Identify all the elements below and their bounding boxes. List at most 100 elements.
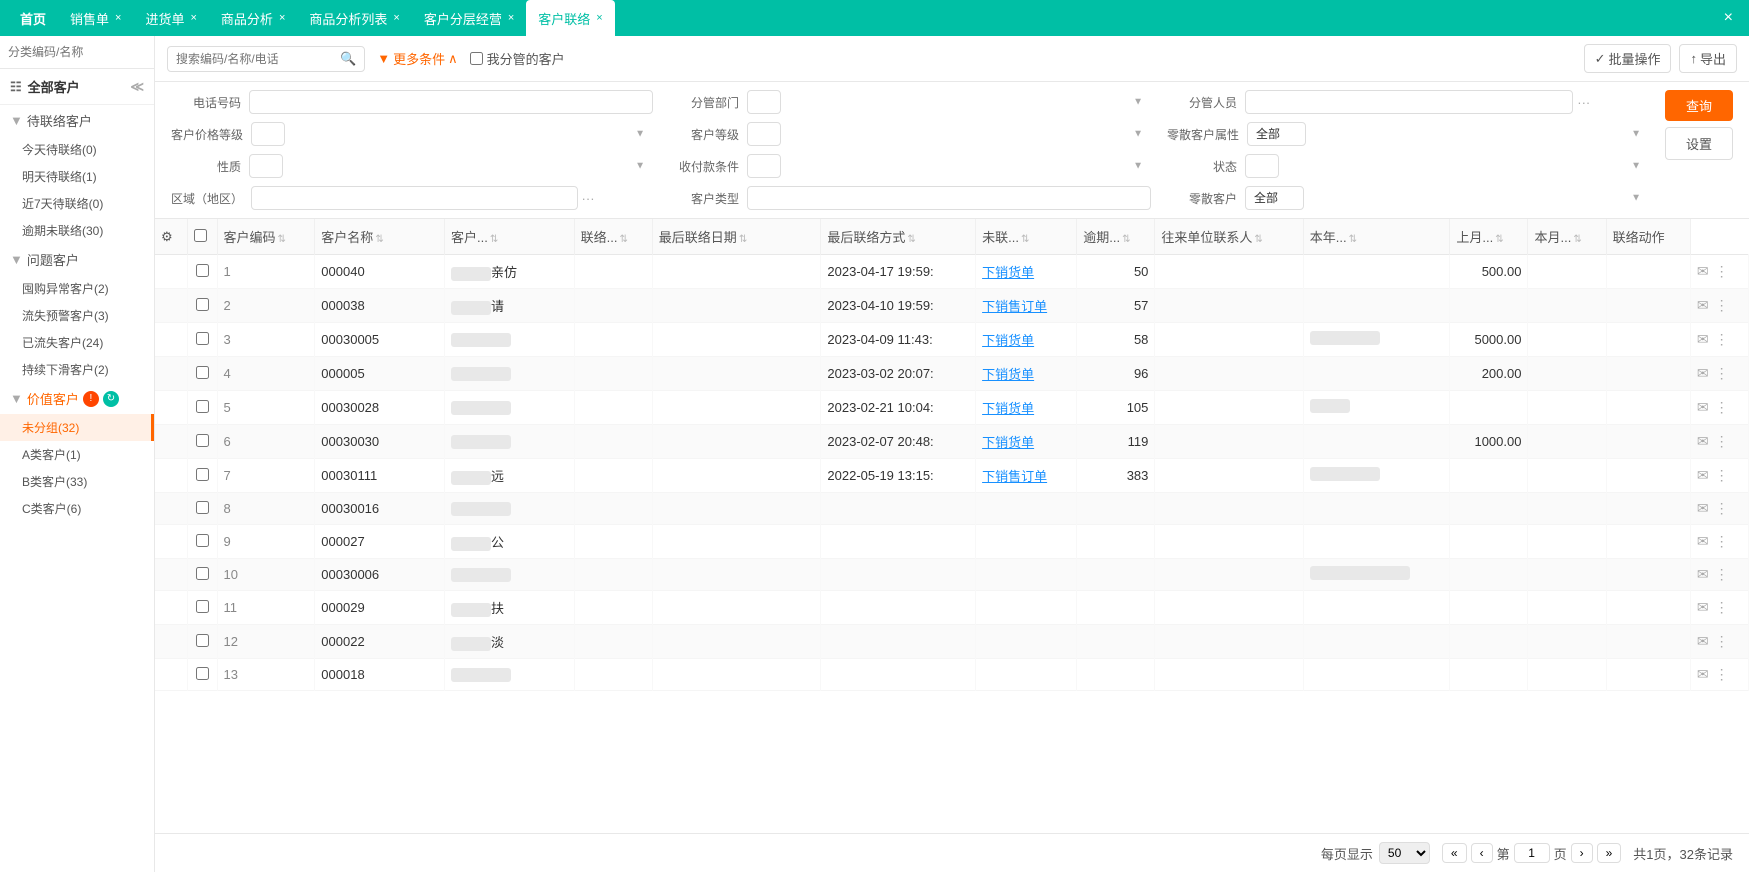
last-method-link[interactable]: 下销货单 — [982, 367, 1034, 382]
sidebar-item-churned[interactable]: 已流失客户(24) — [0, 329, 154, 356]
more-action-icon[interactable]: ⋮ — [1715, 533, 1729, 550]
sidebar-item-declining[interactable]: 持续下滑客户(2) — [0, 356, 154, 383]
row-checkbox[interactable] — [196, 298, 209, 311]
sidebar-all-customers[interactable]: ☷ 全部客户 ≪ — [0, 69, 154, 105]
sidebar-group-problem-title[interactable]: ▼ 问题客户 — [0, 244, 154, 275]
phone-action-icon[interactable]: ✉ — [1697, 467, 1709, 484]
more-action-icon[interactable]: ⋮ — [1715, 500, 1729, 517]
sidebar-item-ungrouped[interactable]: 未分组(32) — [0, 414, 154, 441]
sidebar-item-class-c[interactable]: C类客户(6) — [0, 495, 154, 522]
next-page-btn[interactable]: › — [1571, 843, 1593, 863]
phone-action-icon[interactable]: ✉ — [1697, 399, 1709, 416]
sort-contact2-icon[interactable]: ⇅ — [1254, 234, 1262, 245]
region-more-icon[interactable]: ··· — [578, 191, 599, 206]
row-checkbox[interactable] — [196, 332, 209, 345]
search-icon[interactable]: 🔍 — [340, 51, 356, 67]
nav-sales[interactable]: 销售单 × — [58, 0, 133, 36]
phone-action-icon[interactable]: ✉ — [1697, 331, 1709, 348]
last-page-btn[interactable]: » — [1597, 843, 1622, 863]
sort-name-icon[interactable]: ⇅ — [375, 234, 383, 245]
sort-type-icon[interactable]: ⇅ — [490, 234, 498, 245]
sort-this-month-icon[interactable]: ⇅ — [1573, 234, 1581, 245]
more-filters-btn[interactable]: ▼ 更多条件 ∧ — [377, 49, 457, 68]
col-settings[interactable]: ⚙ — [155, 219, 187, 255]
row-checkbox[interactable] — [196, 567, 209, 580]
more-action-icon[interactable]: ⋮ — [1715, 263, 1729, 280]
sidebar-item-churn-warning[interactable]: 流失预警客户(3) — [0, 302, 154, 329]
window-close-icon[interactable]: × — [1716, 9, 1741, 27]
close-sales-icon[interactable]: × — [115, 12, 121, 24]
more-action-icon[interactable]: ⋮ — [1715, 331, 1729, 348]
nav-purchase[interactable]: 进货单 × — [133, 0, 208, 36]
close-customer-contact-icon[interactable]: × — [596, 12, 602, 24]
sort-year-icon[interactable]: ⇅ — [1349, 234, 1357, 245]
sidebar-item-class-b[interactable]: B类客户(33) — [0, 468, 154, 495]
last-method-link[interactable]: 下销售订单 — [982, 299, 1047, 314]
sort-contact-icon[interactable]: ⇅ — [620, 234, 628, 245]
sidebar-item-today[interactable]: 今天待联络(0) — [0, 136, 154, 163]
retail-cust-select[interactable]: 全部 — [1245, 186, 1304, 210]
close-product-list-icon[interactable]: × — [393, 12, 399, 24]
row-checkbox[interactable] — [196, 400, 209, 413]
sidebar-item-7days[interactable]: 近7天待联络(0) — [0, 190, 154, 217]
status-select[interactable] — [1245, 154, 1279, 178]
phone-action-icon[interactable]: ✉ — [1697, 666, 1709, 683]
page-size-select[interactable]: 50 100 — [1379, 842, 1430, 864]
row-checkbox[interactable] — [196, 634, 209, 647]
phone-action-icon[interactable]: ✉ — [1697, 297, 1709, 314]
nav-customer-tier[interactable]: 客户分层经营 × — [412, 0, 526, 36]
more-action-icon[interactable]: ⋮ — [1715, 467, 1729, 484]
price-level-select[interactable] — [251, 122, 285, 146]
nav-home[interactable]: 首页 — [8, 0, 58, 36]
more-action-icon[interactable]: ⋮ — [1715, 297, 1729, 314]
more-action-icon[interactable]: ⋮ — [1715, 433, 1729, 450]
prev-page-btn[interactable]: ‹ — [1471, 843, 1493, 863]
nature-select[interactable] — [249, 154, 283, 178]
sidebar-group-pending-title[interactable]: ▼ 待联络客户 — [0, 105, 154, 136]
row-checkbox[interactable] — [196, 600, 209, 613]
row-checkbox[interactable] — [196, 468, 209, 481]
sort-uncontacted-icon[interactable]: ⇅ — [1021, 234, 1029, 245]
more-action-icon[interactable]: ⋮ — [1715, 666, 1729, 683]
nav-customer-contact[interactable]: 客户联络 × — [526, 0, 614, 36]
retail-attr-select[interactable]: 全部 — [1247, 122, 1306, 146]
more-action-icon[interactable]: ⋮ — [1715, 399, 1729, 416]
row-checkbox[interactable] — [196, 667, 209, 680]
close-purchase-icon[interactable]: × — [190, 12, 196, 24]
phone-action-icon[interactable]: ✉ — [1697, 633, 1709, 650]
page-input[interactable] — [1514, 843, 1550, 863]
sidebar-item-overdue[interactable]: 逾期未联络(30) — [0, 217, 154, 244]
payment-select[interactable] — [747, 154, 781, 178]
sidebar-item-tomorrow[interactable]: 明天待联络(1) — [0, 163, 154, 190]
sort-overdue-icon[interactable]: ⇅ — [1122, 234, 1130, 245]
phone-action-icon[interactable]: ✉ — [1697, 433, 1709, 450]
refresh-badge[interactable]: ↻ — [103, 391, 119, 407]
my-customers-filter[interactable]: 我分管的客户 — [470, 49, 565, 68]
sort-last-date-icon[interactable]: ⇅ — [739, 234, 747, 245]
sidebar-item-stockpile[interactable]: 囤购异常客户(2) — [0, 275, 154, 302]
manager-more-icon[interactable]: ··· — [1573, 95, 1594, 110]
close-customer-tier-icon[interactable]: × — [508, 12, 514, 24]
first-page-btn[interactable]: « — [1442, 843, 1467, 863]
nav-product-list[interactable]: 商品分析列表 × — [297, 0, 411, 36]
last-method-link[interactable]: 下销售订单 — [982, 469, 1047, 484]
sort-last-method-icon[interactable]: ⇅ — [907, 234, 915, 245]
sidebar-group-value-title[interactable]: ▼ 价值客户 ! ↻ — [0, 383, 154, 414]
close-product-analysis-icon[interactable]: × — [279, 12, 285, 24]
phone-action-icon[interactable]: ✉ — [1697, 599, 1709, 616]
search-input[interactable] — [176, 52, 336, 66]
dept-select[interactable] — [747, 90, 781, 114]
nav-product-analysis[interactable]: 商品分析 × — [209, 0, 297, 36]
cust-level-select[interactable] — [747, 122, 781, 146]
sort-code-icon[interactable]: ⇅ — [278, 234, 286, 245]
last-method-link[interactable]: 下销货单 — [982, 401, 1034, 416]
reset-button[interactable]: 设置 — [1665, 127, 1733, 160]
row-checkbox[interactable] — [196, 264, 209, 277]
batch-ops-button[interactable]: ✓ 批量操作 — [1584, 44, 1672, 73]
row-checkbox[interactable] — [196, 434, 209, 447]
sidebar-collapse-icon[interactable]: ≪ — [130, 79, 144, 95]
last-method-link[interactable]: 下销货单 — [982, 435, 1034, 450]
row-checkbox[interactable] — [196, 366, 209, 379]
export-button[interactable]: ↑ 导出 — [1679, 44, 1737, 73]
phone-action-icon[interactable]: ✉ — [1697, 263, 1709, 280]
